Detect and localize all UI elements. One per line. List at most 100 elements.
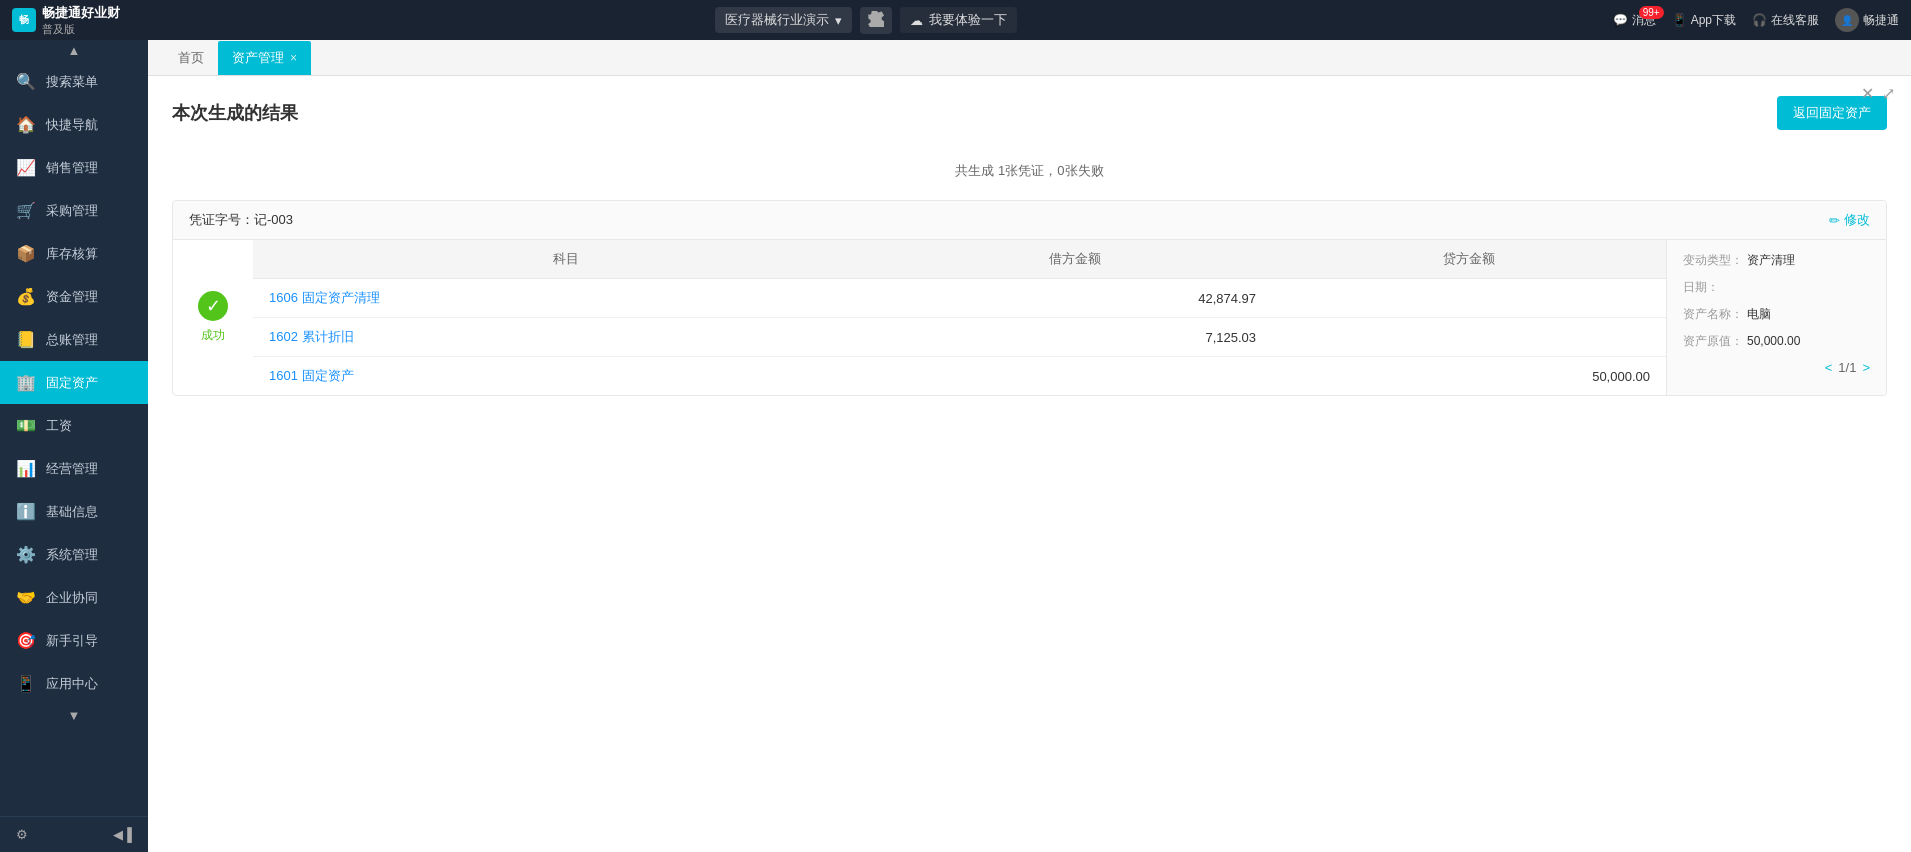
result-summary: 共生成 1张凭证，0张失败 [172,150,1887,192]
sidebar-settings-icon[interactable]: ⚙ [16,827,28,842]
logo-sub: 普及版 [42,22,120,37]
fixed-assets-icon: 🏢 [16,373,36,392]
sidebar-bottom: ⚙ ◀▐ [0,816,148,852]
user-menu[interactable]: 👤 畅捷通 [1835,8,1899,32]
content-area: 首页 资产管理 × ✕ ⤢ 本次生成的结果 返回固定资产 共生成 1张凭证，0张… [148,40,1911,852]
sidebar-label-sales: 销售管理 [46,159,98,177]
page-content: ✕ ⤢ 本次生成的结果 返回固定资产 共生成 1张凭证，0张失败 凭证字号：记-… [148,76,1911,852]
online-service-button[interactable]: 🎧 在线客服 [1752,12,1819,29]
sidebar-item-operations[interactable]: 📊 经营管理 [0,447,148,490]
online-service-icon: 🎧 [1752,13,1767,27]
asset-name-label: 资产名称： [1683,306,1747,323]
app-center-icon: 📱 [16,674,36,693]
sidebar-item-sales[interactable]: 📈 销售管理 [0,146,148,189]
credit-3: 50,000.00 [1272,357,1666,396]
app-download-label: App下载 [1691,12,1736,29]
voucher-number: 凭证字号：记-003 [189,211,293,229]
voucher-table: 科目 借方金额 贷方金额 1606 固定资产清理 42,874.97 [253,240,1666,395]
detail-pagination: < 1/1 > [1683,360,1870,375]
sidebar-item-quick-nav[interactable]: 🏠 快捷导航 [0,103,148,146]
sidebar-label-system: 系统管理 [46,546,98,564]
main-layout: ▲ 🔍 搜索菜单 🏠 快捷导航 📈 销售管理 🛒 采购管理 📦 库存核算 💰 资… [0,40,1911,852]
page-title: 本次生成的结果 [172,101,298,125]
sidebar-item-payroll[interactable]: 💵 工资 [0,404,148,447]
sidebar-label-operations: 经营管理 [46,460,98,478]
page-prev[interactable]: < [1825,360,1833,375]
change-type-value: 资产清理 [1747,252,1795,269]
edit-button[interactable]: ✏ 修改 [1829,211,1870,229]
top-header: 畅 畅捷通好业财 普及版 医疗器械行业演示 ▾ ☁ 我要体验一下 💬 消息 99… [0,0,1911,40]
asset-name-value: 电脑 [1747,306,1771,323]
settings-button[interactable] [860,7,892,34]
sidebar-item-app-center[interactable]: 📱 应用中心 [0,662,148,705]
change-type-row: 变动类型： 资产清理 [1683,252,1870,269]
page-info: 1/1 [1838,360,1856,375]
experience-label: 我要体验一下 [929,11,1007,29]
sidebar-label-inventory: 库存核算 [46,245,98,263]
sidebar-item-ledger[interactable]: 📒 总账管理 [0,318,148,361]
sidebar-collapse-icon[interactable]: ◀▐ [113,827,132,842]
purchase-icon: 🛒 [16,201,36,220]
logo-area: 畅 畅捷通好业财 普及版 [12,4,120,37]
expand-button[interactable]: ⤢ [1882,84,1895,103]
edit-icon: ✏ [1829,213,1840,228]
debit-2: 7,125.03 [878,318,1272,357]
notifications-button[interactable]: 💬 消息 99+ [1613,12,1656,29]
sidebar-label-purchase: 采购管理 [46,202,98,220]
basic-info-icon: ℹ️ [16,502,36,521]
tab-asset-management[interactable]: 资产管理 × [218,41,311,75]
sidebar-item-search[interactable]: 🔍 搜索菜单 [0,60,148,103]
ledger-icon: 📒 [16,330,36,349]
sidebar-item-finance[interactable]: 💰 资金管理 [0,275,148,318]
sidebar-label-app-center: 应用中心 [46,675,98,693]
sidebar-item-basic-info[interactable]: ℹ️ 基础信息 [0,490,148,533]
notifications-badge: 99+ [1639,6,1664,19]
sidebar-item-guide[interactable]: 🎯 新手引导 [0,619,148,662]
company-selector[interactable]: 医疗器械行业演示 ▾ [715,7,852,33]
inventory-icon: 📦 [16,244,36,263]
search-icon: 🔍 [16,72,36,91]
tab-close-icon[interactable]: × [290,51,297,65]
col-credit: 贷方金额 [1272,240,1666,279]
header-right: 💬 消息 99+ 📱 App下载 🎧 在线客服 👤 畅捷通 [1613,8,1899,32]
asset-value-value: 50,000.00 [1747,334,1800,348]
debit-1: 42,874.97 [878,279,1272,318]
tab-home[interactable]: 首页 [164,41,218,75]
success-icon: ✓ [198,291,228,321]
experience-button[interactable]: ☁ 我要体验一下 [900,7,1017,33]
col-debit: 借方金额 [878,240,1272,279]
date-label: 日期： [1683,279,1747,296]
sidebar-label-fixed-assets: 固定资产 [46,374,98,392]
summary-text: 共生成 1张凭证，0张失败 [955,163,1103,178]
sidebar-item-system[interactable]: ⚙️ 系统管理 [0,533,148,576]
close-button[interactable]: ✕ [1861,84,1874,103]
sidebar-scroll-up[interactable]: ▲ [0,40,148,60]
sidebar-item-purchase[interactable]: 🛒 采购管理 [0,189,148,232]
col-subject: 科目 [253,240,878,279]
guide-icon: 🎯 [16,631,36,650]
sales-icon: 📈 [16,158,36,177]
sidebar-scroll-down[interactable]: ▼ [0,705,148,725]
company-name: 医疗器械行业演示 [725,11,829,29]
table-row: 1602 累计折旧 7,125.03 [253,318,1666,357]
window-controls: ✕ ⤢ [1861,84,1895,103]
sidebar-item-inventory[interactable]: 📦 库存核算 [0,232,148,275]
voucher-body: ✓ 成功 科目 借方金额 贷方金额 [173,240,1886,395]
app-download-button[interactable]: 📱 App下载 [1672,12,1736,29]
online-service-label: 在线客服 [1771,12,1819,29]
finance-icon: 💰 [16,287,36,306]
user-name: 畅捷通 [1863,12,1899,29]
sidebar-item-fixed-assets[interactable]: 🏢 固定资产 [0,361,148,404]
tab-home-label: 首页 [178,50,204,65]
subject-1: 1606 固定资产清理 [253,279,878,318]
change-type-label: 变动类型： [1683,252,1747,269]
page-next[interactable]: > [1862,360,1870,375]
date-row: 日期： [1683,279,1870,296]
home-icon: 🏠 [16,115,36,134]
sidebar-label-cooperation: 企业协同 [46,589,98,607]
sidebar-label-quick-nav: 快捷导航 [46,116,98,134]
voucher-table-wrapper: 科目 借方金额 贷方金额 1606 固定资产清理 42,874.97 [253,240,1666,395]
logo-icon: 畅 [12,8,36,32]
sidebar-item-cooperation[interactable]: 🤝 企业协同 [0,576,148,619]
table-row: 1601 固定资产 50,000.00 [253,357,1666,396]
